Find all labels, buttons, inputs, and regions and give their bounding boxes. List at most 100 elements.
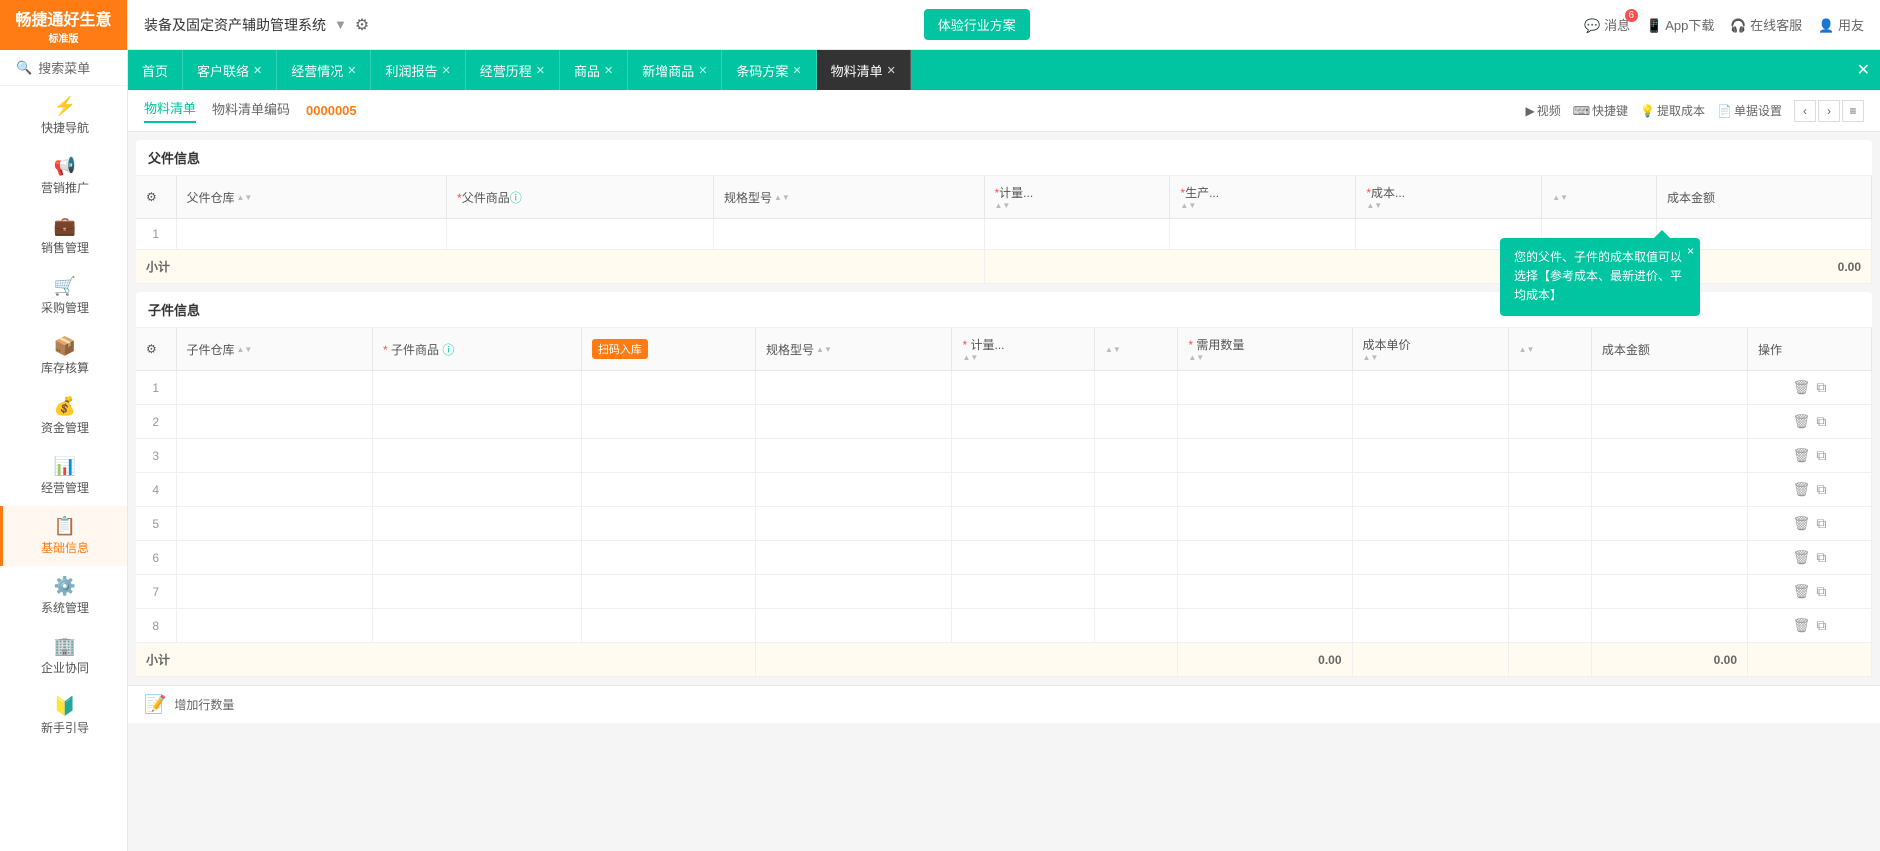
child-row-3-qty[interactable] xyxy=(1178,439,1352,473)
close-all-tabs[interactable]: ✕ xyxy=(1847,60,1880,80)
parent-row-1-spec[interactable] xyxy=(713,219,984,250)
delete-icon-2[interactable]: 🗑 xyxy=(1793,413,1811,430)
child-row-7-unit[interactable] xyxy=(952,575,1095,609)
sidebar-item-finance[interactable]: 💰 资金管理 xyxy=(0,386,127,446)
sub-tab-list[interactable]: 物料清单 xyxy=(144,98,196,123)
child-row-4-spec[interactable] xyxy=(756,473,952,507)
tab-goods[interactable]: 商品 ✕ xyxy=(560,50,628,90)
child-row-7-spec[interactable] xyxy=(756,575,952,609)
tab-new-goods-close[interactable]: ✕ xyxy=(698,64,707,77)
child-row-8-goods[interactable] xyxy=(372,609,581,643)
child-row-4-qty[interactable] xyxy=(1178,473,1352,507)
tooltip-close-btn[interactable]: × xyxy=(1687,242,1694,261)
online-service[interactable]: 🎧 在线客服 xyxy=(1730,15,1802,34)
parent-col-settings[interactable]: ⚙ xyxy=(136,176,176,219)
tab-bom-close[interactable]: ✕ xyxy=(887,64,896,77)
child-row-4-unit-cost[interactable] xyxy=(1352,473,1508,507)
shortcut-btn[interactable]: ⌨ 快捷键 xyxy=(1573,102,1628,119)
child-row-5-goods[interactable] xyxy=(372,507,581,541)
child-row-8-unit-cost[interactable] xyxy=(1352,609,1508,643)
child-row-5-qty[interactable] xyxy=(1178,507,1352,541)
child-row-2-warehouse[interactable] xyxy=(176,405,372,439)
child-row-1-goods[interactable] xyxy=(372,371,581,405)
sidebar-item-basic-info[interactable]: 📋 基础信息 xyxy=(0,506,127,566)
copy-icon-7[interactable]: ⧉ xyxy=(1816,583,1826,600)
child-row-6-unit-cost[interactable] xyxy=(1352,541,1508,575)
child-row-3-unit-cost[interactable] xyxy=(1352,439,1508,473)
child-row-8-spec[interactable] xyxy=(756,609,952,643)
tab-profit[interactable]: 利润报告 ✕ xyxy=(371,50,465,90)
copy-icon-2[interactable]: ⧉ xyxy=(1816,413,1826,430)
child-row-1-unit-cost[interactable] xyxy=(1352,371,1508,405)
sidebar-item-quick-nav[interactable]: ⚡ 快捷导航 xyxy=(0,86,127,146)
child-row-3-goods[interactable] xyxy=(372,439,581,473)
child-row-2-qty[interactable] xyxy=(1178,405,1352,439)
child-row-8-warehouse[interactable] xyxy=(176,609,372,643)
child-row-4-goods[interactable] xyxy=(372,473,581,507)
child-row-4-unit[interactable] xyxy=(952,473,1095,507)
system-dropdown-icon[interactable]: ▼ xyxy=(334,17,347,32)
extract-cost-btn[interactable]: 💡 提取成本 xyxy=(1640,102,1705,119)
child-row-7-qty[interactable] xyxy=(1178,575,1352,609)
child-row-8-qty[interactable] xyxy=(1178,609,1352,643)
tab-barcode-close[interactable]: ✕ xyxy=(792,64,801,77)
tab-goods-close[interactable]: ✕ xyxy=(604,64,613,77)
tab-bom[interactable]: 物料清单 ✕ xyxy=(817,50,911,90)
sidebar-item-inventory[interactable]: 📦 库存核算 xyxy=(0,326,127,386)
delete-icon-6[interactable]: 🗑 xyxy=(1793,549,1811,566)
child-row-6-spec[interactable] xyxy=(756,541,952,575)
copy-icon-4[interactable]: ⧉ xyxy=(1816,481,1826,498)
tab-new-goods[interactable]: 新增商品 ✕ xyxy=(628,50,722,90)
message-wrap[interactable]: 💬 6 消息 xyxy=(1584,15,1630,34)
copy-icon-8[interactable]: ⧉ xyxy=(1816,617,1826,634)
child-row-6-qty[interactable] xyxy=(1178,541,1352,575)
child-row-6-warehouse[interactable] xyxy=(176,541,372,575)
tab-customer[interactable]: 客户联络 ✕ xyxy=(183,50,277,90)
add-row-icon[interactable]: 📝 xyxy=(144,694,166,715)
delete-icon-8[interactable]: 🗑 xyxy=(1793,617,1811,634)
sidebar-item-enterprise[interactable]: 🏢 企业协同 xyxy=(0,626,127,686)
delete-icon-5[interactable]: 🗑 xyxy=(1793,515,1811,532)
child-row-1-unit[interactable] xyxy=(952,371,1095,405)
experience-btn[interactable]: 体验行业方案 xyxy=(924,9,1030,40)
delete-icon-3[interactable]: 🗑 xyxy=(1793,447,1811,464)
tab-profit-close[interactable]: ✕ xyxy=(442,64,451,77)
child-col-settings[interactable]: ⚙ xyxy=(136,328,176,371)
child-row-5-unit-cost[interactable] xyxy=(1352,507,1508,541)
user-avatar[interactable]: 👤 用友 xyxy=(1818,15,1864,34)
child-row-4-warehouse[interactable] xyxy=(176,473,372,507)
sidebar-item-guide[interactable]: 🔰 新手引导 xyxy=(0,686,127,746)
sidebar-item-purchase[interactable]: 🛒 采购管理 xyxy=(0,266,127,326)
view-btn[interactable]: ▶ 视频 xyxy=(1525,102,1560,119)
parent-row-1-goods[interactable] xyxy=(447,219,714,250)
single-settings-btn[interactable]: 📄 单据设置 xyxy=(1717,102,1782,119)
sidebar-item-sales[interactable]: 💼 销售管理 xyxy=(0,206,127,266)
copy-icon-1[interactable]: ⧉ xyxy=(1816,379,1826,396)
child-row-2-unit[interactable] xyxy=(952,405,1095,439)
child-row-3-warehouse[interactable] xyxy=(176,439,372,473)
tab-customer-close[interactable]: ✕ xyxy=(253,64,262,77)
delete-icon-4[interactable]: 🗑 xyxy=(1793,481,1811,498)
child-row-1-spec[interactable] xyxy=(756,371,952,405)
child-row-5-unit[interactable] xyxy=(952,507,1095,541)
settings-icon[interactable]: ⚙ xyxy=(355,15,369,35)
next-arrow[interactable]: › xyxy=(1818,100,1840,122)
child-row-6-goods[interactable] xyxy=(372,541,581,575)
copy-icon-5[interactable]: ⧉ xyxy=(1816,515,1826,532)
sidebar-item-operation[interactable]: 📊 经营管理 xyxy=(0,446,127,506)
prev-arrow[interactable]: ‹ xyxy=(1794,100,1816,122)
child-row-3-spec[interactable] xyxy=(756,439,952,473)
child-row-3-unit[interactable] xyxy=(952,439,1095,473)
sidebar-item-sys-mgmt[interactable]: ⚙️ 系统管理 xyxy=(0,566,127,626)
tab-history-close[interactable]: ✕ xyxy=(536,64,545,77)
copy-icon-6[interactable]: ⧉ xyxy=(1816,549,1826,566)
child-row-7-goods[interactable] xyxy=(372,575,581,609)
parent-row-1-production[interactable] xyxy=(1170,219,1356,250)
delete-icon-1[interactable]: 🗑 xyxy=(1793,379,1811,396)
scan-btn[interactable]: 扫码入库 xyxy=(592,339,648,359)
copy-icon-3[interactable]: ⧉ xyxy=(1816,447,1826,464)
parent-row-1-unit[interactable] xyxy=(984,219,1170,250)
child-row-6-unit[interactable] xyxy=(952,541,1095,575)
child-row-2-spec[interactable] xyxy=(756,405,952,439)
child-row-2-goods[interactable] xyxy=(372,405,581,439)
